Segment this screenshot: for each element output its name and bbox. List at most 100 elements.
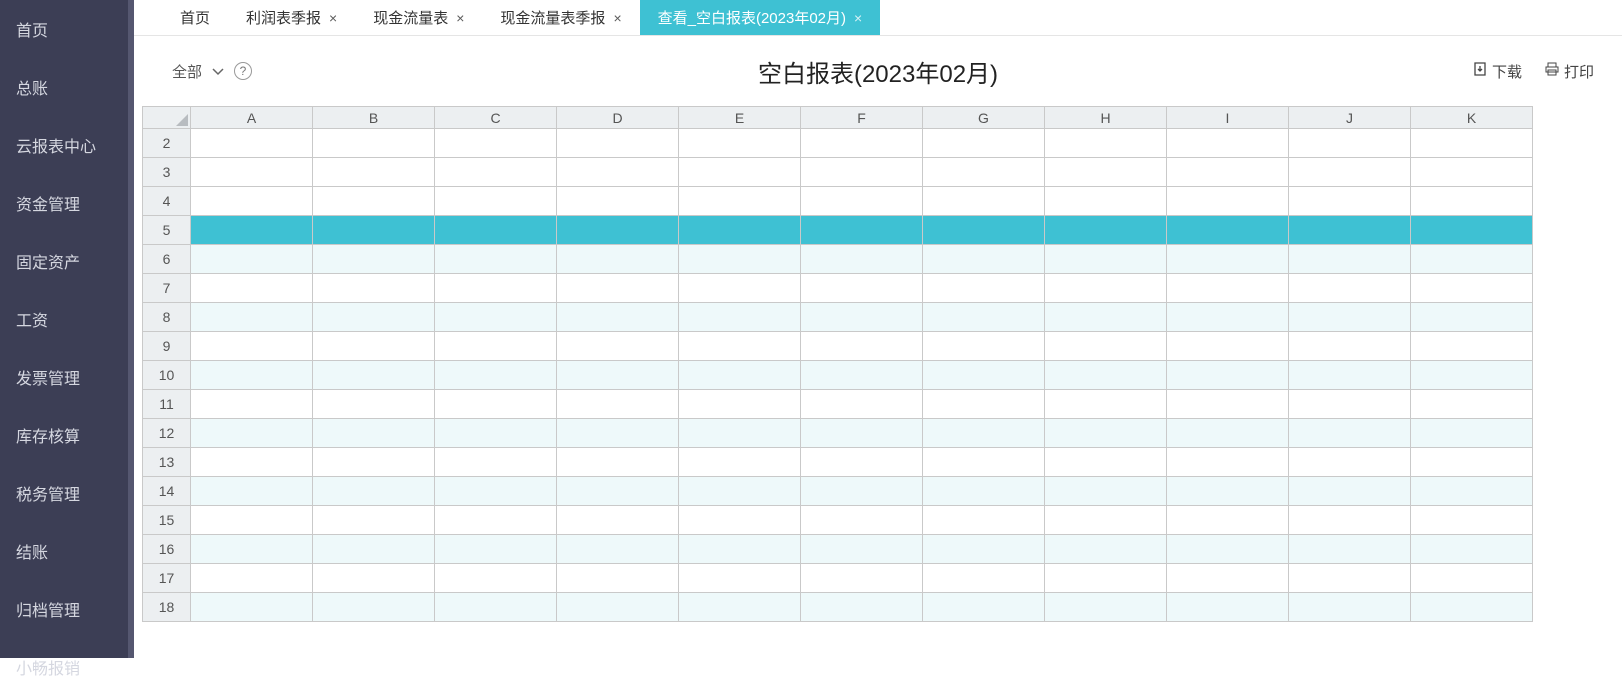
sidebar-item-11[interactable]: 小畅报销 — [0, 638, 128, 696]
cell[interactable] — [191, 419, 313, 448]
cell[interactable] — [801, 187, 923, 216]
cell[interactable] — [1411, 564, 1533, 593]
cell[interactable] — [435, 361, 557, 390]
cell[interactable] — [1045, 303, 1167, 332]
cell[interactable] — [557, 187, 679, 216]
cell[interactable] — [557, 158, 679, 187]
cell[interactable] — [435, 245, 557, 274]
cell[interactable] — [191, 187, 313, 216]
cell[interactable] — [557, 593, 679, 622]
cell[interactable] — [435, 506, 557, 535]
cell[interactable] — [923, 216, 1045, 245]
cell[interactable] — [557, 506, 679, 535]
sidebar-item-6[interactable]: 发票管理 — [0, 348, 128, 406]
column-header[interactable]: C — [435, 107, 557, 129]
cell[interactable] — [557, 535, 679, 564]
row-header[interactable]: 16 — [143, 535, 191, 564]
cell[interactable] — [191, 506, 313, 535]
cell[interactable] — [1167, 274, 1289, 303]
cell[interactable] — [1289, 303, 1411, 332]
cell[interactable] — [1045, 448, 1167, 477]
tab-0[interactable]: 首页 — [162, 0, 228, 35]
cell[interactable] — [435, 158, 557, 187]
cell[interactable] — [1289, 245, 1411, 274]
cell[interactable] — [435, 216, 557, 245]
row-header[interactable]: 10 — [143, 361, 191, 390]
sidebar-item-9[interactable]: 结账 — [0, 522, 128, 580]
cell[interactable] — [679, 158, 801, 187]
cell[interactable] — [557, 361, 679, 390]
cell[interactable] — [435, 187, 557, 216]
cell[interactable] — [313, 274, 435, 303]
cell[interactable] — [923, 129, 1045, 158]
sidebar-item-8[interactable]: 税务管理 — [0, 464, 128, 522]
cell[interactable] — [801, 564, 923, 593]
cell[interactable] — [1167, 129, 1289, 158]
cell[interactable] — [923, 448, 1045, 477]
tab-4[interactable]: 查看_空白报表(2023年02月)× — [640, 0, 881, 35]
cell[interactable] — [557, 390, 679, 419]
cell[interactable] — [1045, 245, 1167, 274]
cell[interactable] — [313, 332, 435, 361]
cell[interactable] — [1167, 158, 1289, 187]
cell[interactable] — [1045, 535, 1167, 564]
cell[interactable] — [557, 129, 679, 158]
cell[interactable] — [801, 535, 923, 564]
cell[interactable] — [1289, 274, 1411, 303]
row-header[interactable]: 17 — [143, 564, 191, 593]
cell[interactable] — [191, 245, 313, 274]
cell[interactable] — [1167, 506, 1289, 535]
cell[interactable] — [191, 361, 313, 390]
cell[interactable] — [191, 448, 313, 477]
cell[interactable] — [435, 564, 557, 593]
cell[interactable] — [1411, 535, 1533, 564]
cell[interactable] — [313, 216, 435, 245]
cell[interactable] — [801, 477, 923, 506]
column-header[interactable]: I — [1167, 107, 1289, 129]
cell[interactable] — [923, 477, 1045, 506]
cell[interactable] — [435, 448, 557, 477]
cell[interactable] — [801, 419, 923, 448]
cell[interactable] — [923, 535, 1045, 564]
cell[interactable] — [801, 274, 923, 303]
cell[interactable] — [923, 187, 1045, 216]
cell[interactable] — [1045, 564, 1167, 593]
cell[interactable] — [1411, 187, 1533, 216]
row-header[interactable]: 12 — [143, 419, 191, 448]
cell[interactable] — [923, 361, 1045, 390]
cell[interactable] — [801, 390, 923, 419]
cell[interactable] — [923, 564, 1045, 593]
row-header[interactable]: 14 — [143, 477, 191, 506]
cell[interactable] — [435, 593, 557, 622]
cell[interactable] — [801, 129, 923, 158]
cell[interactable] — [679, 361, 801, 390]
column-header[interactable]: H — [1045, 107, 1167, 129]
column-header[interactable]: E — [679, 107, 801, 129]
cell[interactable] — [801, 593, 923, 622]
cell[interactable] — [679, 274, 801, 303]
cell[interactable] — [1045, 158, 1167, 187]
cell[interactable] — [1289, 477, 1411, 506]
row-header[interactable]: 3 — [143, 158, 191, 187]
cell[interactable] — [679, 535, 801, 564]
sidebar-item-3[interactable]: 资金管理 — [0, 174, 128, 232]
cell[interactable] — [1167, 332, 1289, 361]
cell[interactable] — [679, 419, 801, 448]
cell[interactable] — [1289, 129, 1411, 158]
cell[interactable] — [1167, 361, 1289, 390]
cell[interactable] — [679, 477, 801, 506]
cell[interactable] — [1167, 593, 1289, 622]
cell[interactable] — [1289, 187, 1411, 216]
cell[interactable] — [1167, 216, 1289, 245]
cell[interactable] — [1411, 593, 1533, 622]
cell[interactable] — [1045, 593, 1167, 622]
cell[interactable] — [191, 158, 313, 187]
row-header[interactable]: 11 — [143, 390, 191, 419]
row-header[interactable]: 6 — [143, 245, 191, 274]
tab-1[interactable]: 利润表季报× — [228, 0, 355, 35]
cell[interactable] — [1411, 419, 1533, 448]
cell[interactable] — [679, 303, 801, 332]
cell[interactable] — [1045, 419, 1167, 448]
cell[interactable] — [313, 593, 435, 622]
row-header[interactable]: 9 — [143, 332, 191, 361]
